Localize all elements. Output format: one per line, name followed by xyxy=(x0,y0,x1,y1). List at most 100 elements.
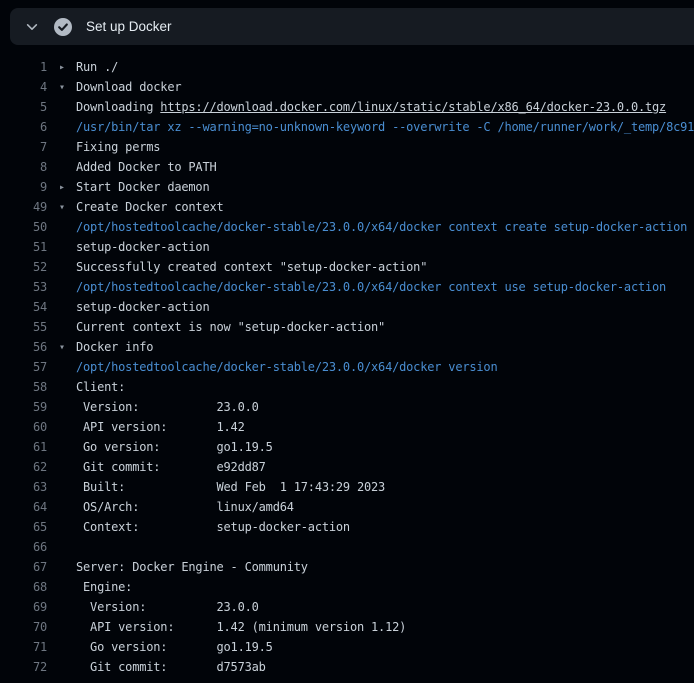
line-number-link[interactable]: 56 xyxy=(0,340,47,354)
log-command: /opt/hostedtoolcache/docker-stable/23.0.… xyxy=(76,360,497,374)
line-number-link[interactable]: 51 xyxy=(0,240,47,254)
line-number-link[interactable]: 69 xyxy=(0,600,47,614)
log-line: 55 Current context is now "setup-docker-a… xyxy=(0,317,694,337)
line-number-link[interactable]: 1 xyxy=(0,60,47,74)
line-number-link[interactable]: 61 xyxy=(0,440,47,454)
line-number-link[interactable]: 71 xyxy=(0,640,47,654)
line-number-link[interactable]: 62 xyxy=(0,460,47,474)
log-line: 54 setup-docker-action xyxy=(0,297,694,317)
line-number-link[interactable]: 54 xyxy=(0,300,47,314)
log-line: 5 Downloading https://download.docker.com… xyxy=(0,97,694,117)
log-text: Go version: go1.19.5 xyxy=(76,640,273,654)
log-text: Successfully created context "setup-dock… xyxy=(76,260,427,274)
line-number-link[interactable]: 4 xyxy=(0,80,47,94)
line-number-link[interactable]: 64 xyxy=(0,500,47,514)
log-line: 68 Engine: xyxy=(0,577,694,597)
log-text: Current context is now "setup-docker-act… xyxy=(76,320,385,334)
check-circle-icon xyxy=(54,18,72,36)
group-toggle-icon[interactable]: ▾ xyxy=(59,342,76,353)
log-text: Docker info xyxy=(76,340,153,354)
line-number-link[interactable]: 72 xyxy=(0,660,47,674)
log-line: 58 Client: xyxy=(0,377,694,397)
log-line: 53/opt/hostedtoolcache/docker-stable/23.… xyxy=(0,277,694,297)
log-text: OS/Arch: linux/amd64 xyxy=(76,500,294,514)
log-text: Create Docker context xyxy=(76,200,224,214)
log-text: Downloading xyxy=(76,100,160,114)
log-line: 62 Git commit: e92dd87 xyxy=(0,457,694,477)
log-line: 70 API version: 1.42 (minimum version 1.… xyxy=(0,617,694,637)
log-text: Download docker xyxy=(76,80,181,94)
group-toggle-icon[interactable]: ▾ xyxy=(59,82,76,93)
log-text: API version: 1.42 xyxy=(76,420,245,434)
group-toggle-icon[interactable]: ▾ xyxy=(59,202,76,213)
log-text: Engine: xyxy=(76,580,132,594)
log-line: 61 Go version: go1.19.5 xyxy=(0,437,694,457)
line-number-link[interactable]: 67 xyxy=(0,560,47,574)
line-number-link[interactable]: 52 xyxy=(0,260,47,274)
step-header[interactable]: Set up Docker xyxy=(10,8,694,45)
log-text: API version: 1.42 (minimum version 1.12) xyxy=(76,620,406,634)
log-line: 50/opt/hostedtoolcache/docker-stable/23.… xyxy=(0,217,694,237)
log-text: Client: xyxy=(76,380,125,394)
line-number-link[interactable]: 6 xyxy=(0,120,47,134)
log-text: Run ./ xyxy=(76,60,118,74)
log-line: 65 Context: setup-docker-action xyxy=(0,517,694,537)
log-command: /opt/hostedtoolcache/docker-stable/23.0.… xyxy=(76,220,687,234)
line-number-link[interactable]: 60 xyxy=(0,420,47,434)
log-line: 4 ▾Download docker xyxy=(0,77,694,97)
log-line: 49 ▾Create Docker context xyxy=(0,197,694,217)
log-line: 51 setup-docker-action xyxy=(0,237,694,257)
log-command: /opt/hostedtoolcache/docker-stable/23.0.… xyxy=(76,280,666,294)
line-number-link[interactable]: 66 xyxy=(0,540,47,554)
log-text: Fixing perms xyxy=(76,140,160,154)
log-line: 1 ▸Run ./ xyxy=(0,57,694,77)
log-text: Version: 23.0.0 xyxy=(76,400,259,414)
group-toggle-icon[interactable]: ▸ xyxy=(59,62,76,73)
line-number-link[interactable]: 49 xyxy=(0,200,47,214)
log-text: Git commit: d7573ab xyxy=(76,660,266,674)
log-line: 69 Version: 23.0.0 xyxy=(0,597,694,617)
log-line: 64 OS/Arch: linux/amd64 xyxy=(0,497,694,517)
log-line: 6/usr/bin/tar xz --warning=no-unknown-ke… xyxy=(0,117,694,137)
line-number-link[interactable]: 9 xyxy=(0,180,47,194)
line-number-link[interactable]: 8 xyxy=(0,160,47,174)
log-line: 66 xyxy=(0,537,694,557)
log-text: Start Docker daemon xyxy=(76,180,209,194)
line-number-link[interactable]: 58 xyxy=(0,380,47,394)
log-text: Built: Wed Feb 1 17:43:29 2023 xyxy=(76,480,385,494)
line-number-link[interactable]: 53 xyxy=(0,280,47,294)
chevron-down-icon[interactable] xyxy=(20,15,44,39)
log-line: 59 Version: 23.0.0 xyxy=(0,397,694,417)
log-line: 57/opt/hostedtoolcache/docker-stable/23.… xyxy=(0,357,694,377)
step-title: Set up Docker xyxy=(86,19,172,34)
log-link[interactable]: https://download.docker.com/linux/static… xyxy=(160,100,666,114)
line-number-link[interactable]: 50 xyxy=(0,220,47,234)
log-command: /usr/bin/tar xz --warning=no-unknown-key… xyxy=(76,120,694,134)
log-line: 72 Git commit: d7573ab xyxy=(0,657,694,677)
line-number-link[interactable]: 59 xyxy=(0,400,47,414)
line-number-link[interactable]: 5 xyxy=(0,100,47,114)
line-number-link[interactable]: 63 xyxy=(0,480,47,494)
log-line: 9 ▸Start Docker daemon xyxy=(0,177,694,197)
line-number-link[interactable]: 7 xyxy=(0,140,47,154)
log-text: setup-docker-action xyxy=(76,300,209,314)
log-line: 71 Go version: go1.19.5 xyxy=(0,637,694,657)
line-number-link[interactable]: 68 xyxy=(0,580,47,594)
log-line: 60 API version: 1.42 xyxy=(0,417,694,437)
log-line: 8Added Docker to PATH xyxy=(0,157,694,177)
log-text: setup-docker-action xyxy=(76,240,209,254)
log-text: Git commit: e92dd87 xyxy=(76,460,266,474)
line-number-link[interactable]: 65 xyxy=(0,520,47,534)
group-toggle-icon[interactable]: ▸ xyxy=(59,182,76,193)
log-text: Version: 23.0.0 xyxy=(76,600,259,614)
log-line: 56 ▾Docker info xyxy=(0,337,694,357)
line-number-link[interactable]: 55 xyxy=(0,320,47,334)
log-line: 63 Built: Wed Feb 1 17:43:29 2023 xyxy=(0,477,694,497)
log-line: 67Server: Docker Engine - Community xyxy=(0,557,694,577)
log-container: 1▸Run ./4▾Download docker5Downloading ht… xyxy=(0,57,694,677)
log-line: 52 Successfully created context "setup-do… xyxy=(0,257,694,277)
log-text: Context: setup-docker-action xyxy=(76,520,350,534)
log-text: Go version: go1.19.5 xyxy=(76,440,273,454)
line-number-link[interactable]: 57 xyxy=(0,360,47,374)
line-number-link[interactable]: 70 xyxy=(0,620,47,634)
